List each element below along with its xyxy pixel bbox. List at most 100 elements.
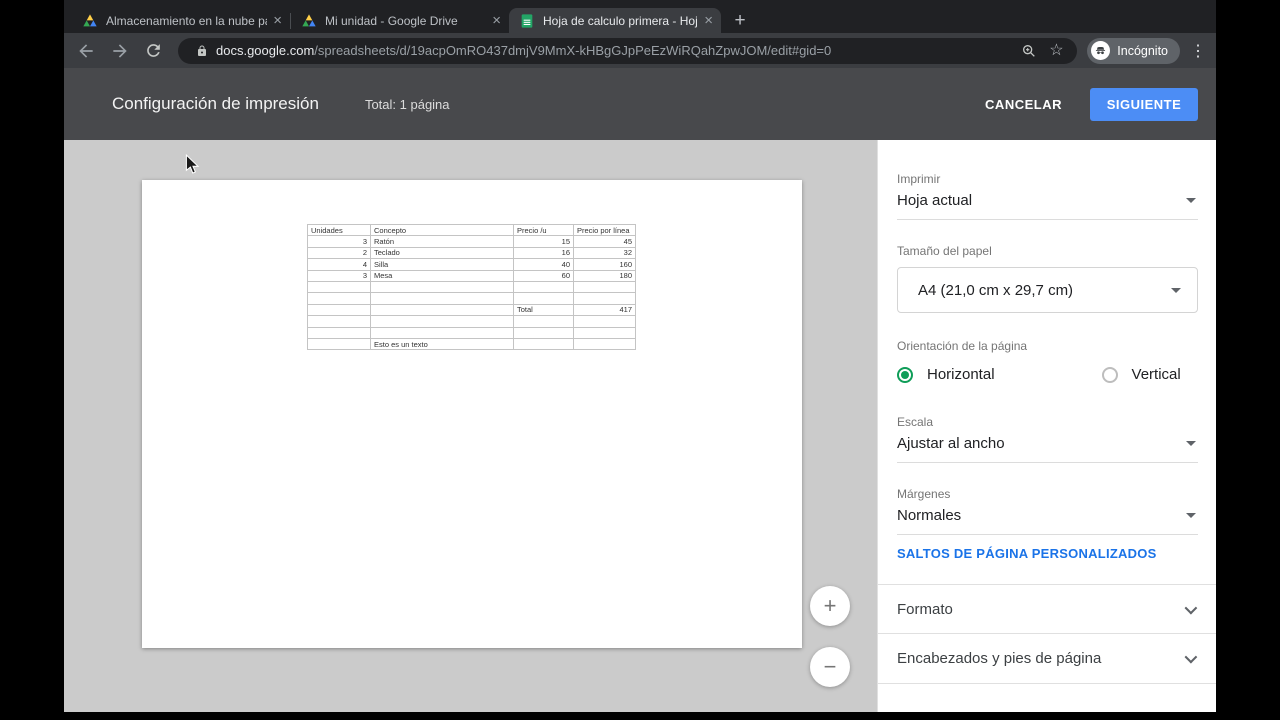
- close-icon[interactable]: ×: [492, 13, 501, 28]
- refresh-icon[interactable]: [144, 41, 164, 61]
- table-cell: [513, 280, 574, 294]
- table-cell: [573, 326, 636, 339]
- table-cell: 32: [573, 246, 636, 260]
- table-row: Total 417: [307, 303, 636, 317]
- next-button[interactable]: SIGUIENTE: [1090, 87, 1198, 121]
- print-dropdown[interactable]: Hoja actual: [897, 186, 1198, 220]
- close-icon[interactable]: ×: [273, 13, 282, 28]
- zoom-out-button[interactable]: −: [810, 647, 850, 687]
- table-row: [307, 280, 636, 294]
- table-row: [307, 292, 636, 305]
- browser-menu-icon[interactable]: ⋮: [1190, 41, 1206, 61]
- table-cell: Unidades: [307, 223, 371, 237]
- table-cell: Ratón: [370, 235, 514, 248]
- scale-section: Escala Ajustar al ancho: [897, 415, 1198, 463]
- table-cell: 2: [307, 246, 371, 260]
- table-cell: 45: [573, 235, 636, 248]
- table-cell: [370, 280, 514, 294]
- tab-mi-unidad[interactable]: Mi unidad - Google Drive ×: [291, 8, 509, 33]
- zoom-in-button[interactable]: +: [810, 586, 850, 626]
- url-text: docs.google.com/spreadsheets/d/19acpOmRO…: [216, 43, 831, 58]
- chevron-down-icon: [1184, 650, 1198, 664]
- print-section: Imprimir Hoja actual: [897, 172, 1198, 220]
- radio-horizontal[interactable]: [897, 366, 913, 383]
- orientation-section: Orientación de la página Horizontal Vert…: [897, 339, 1198, 383]
- tab-hoja-de-calculo[interactable]: Hoja de calculo primera - Hoja ×: [509, 8, 721, 33]
- paper-size-label: Tamaño del papel: [897, 244, 992, 258]
- total-pages-label: Total: 1 página: [364, 96, 450, 112]
- cancel-button[interactable]: CANCELAR: [971, 87, 1076, 122]
- letterbox-bar: [0, 712, 1280, 720]
- table-cell: [307, 292, 371, 305]
- print-settings-sidebar: Imprimir Hoja actual Tamaño del papel A4…: [877, 140, 1216, 712]
- tab-title: Mi unidad - Google Drive: [325, 13, 458, 28]
- incognito-label: Incógnito: [1117, 43, 1168, 58]
- paper-size-dropdown[interactable]: A4 (21,0 cm x 29,7 cm): [897, 267, 1198, 313]
- table-cell: [370, 303, 514, 317]
- table-cell: 3: [307, 235, 371, 248]
- scale-dropdown[interactable]: Ajustar al ancho: [897, 429, 1198, 463]
- url-domain: docs.google.com: [216, 43, 315, 58]
- table-row: [307, 315, 636, 328]
- table-cell: Precio por línea: [573, 223, 636, 237]
- table-cell: [307, 280, 371, 294]
- table-row: Esto es un texto: [307, 337, 636, 351]
- tab-title: Almacenamiento en la nube pa: [106, 13, 268, 28]
- address-bar[interactable]: docs.google.com/spreadsheets/d/19acpOmRO…: [178, 37, 1078, 64]
- close-icon[interactable]: ×: [704, 13, 713, 28]
- table-cell: 3: [307, 269, 371, 282]
- print-preview-area: Unidades Concepto Precio /u Precio por líne…: [64, 140, 877, 712]
- table-cell: 15: [513, 235, 574, 248]
- paper-size-section: Tamaño del papel A4 (21,0 cm x 29,7 cm): [897, 244, 1198, 313]
- chevron-down-icon: [1184, 601, 1198, 614]
- table-row: [307, 326, 636, 339]
- incognito-badge: Incógnito: [1087, 37, 1180, 64]
- page-preview: Unidades Concepto Precio /u Precio por líne…: [142, 180, 802, 648]
- table-cell: [307, 315, 371, 328]
- table-row: 3 Mesa 60 180: [307, 269, 636, 282]
- margins-section: Márgenes Normales: [897, 487, 1198, 535]
- margins-dropdown[interactable]: Normales: [897, 501, 1198, 535]
- table-cell: [573, 292, 636, 305]
- google-drive-icon: [301, 13, 317, 29]
- chevron-down-icon: [1171, 287, 1181, 293]
- margins-label: Márgenes: [897, 487, 951, 501]
- print-label: Imprimir: [897, 172, 941, 186]
- radio-vertical[interactable]: [1101, 366, 1118, 383]
- table-row: 2 Teclado 16 32: [307, 246, 636, 260]
- back-icon[interactable]: [76, 41, 96, 61]
- lock-icon[interactable]: [196, 44, 208, 58]
- table-cell: [307, 303, 371, 317]
- zoom-icon[interactable]: [1021, 43, 1037, 59]
- radio-horizontal-label: Horizontal: [927, 366, 995, 383]
- headers-footers-section-toggle[interactable]: Encabezados y pies de página: [878, 634, 1216, 684]
- spreadsheet-table: Unidades Concepto Precio /u Precio por líne…: [307, 223, 636, 351]
- table-cell: [370, 326, 514, 339]
- custom-page-breaks-link[interactable]: SALTOS DE PÁGINA PERSONALIZADOS: [897, 546, 1198, 561]
- table-cell: Precio /u: [513, 223, 574, 237]
- table-cell: Silla: [370, 258, 514, 271]
- table-row: 4 Silla 40 160: [307, 258, 636, 271]
- chevron-down-icon: [1186, 441, 1196, 446]
- format-section-toggle[interactable]: Formato: [878, 584, 1216, 634]
- forward-icon[interactable]: [110, 41, 130, 61]
- table-cell: Total: [513, 303, 574, 317]
- browser-window: Almacenamiento en la nube pa × Mi unidad…: [64, 0, 1216, 712]
- mouse-cursor: [184, 153, 200, 182]
- table-cell: 160: [573, 258, 636, 271]
- table-cell: Mesa: [370, 269, 514, 282]
- table-cell: [307, 337, 371, 351]
- scale-label: Escala: [897, 415, 934, 429]
- tab-almacenamiento[interactable]: Almacenamiento en la nube pa ×: [72, 8, 290, 33]
- table-cell: 40: [513, 258, 574, 271]
- table-cell: [573, 280, 636, 294]
- table-cell: Esto es un texto: [370, 337, 514, 351]
- table-cell: 417: [573, 303, 636, 317]
- table-cell: Concepto: [370, 223, 514, 237]
- google-drive-icon: [82, 13, 98, 29]
- radio-vertical-label: Vertical: [1131, 366, 1181, 383]
- new-tab-button[interactable]: +: [727, 8, 753, 33]
- tab-title: Hoja de calculo primera - Hoja: [543, 13, 699, 28]
- star-icon[interactable]: ☆: [1049, 42, 1065, 59]
- orientation-label: Orientación de la página: [897, 339, 1028, 353]
